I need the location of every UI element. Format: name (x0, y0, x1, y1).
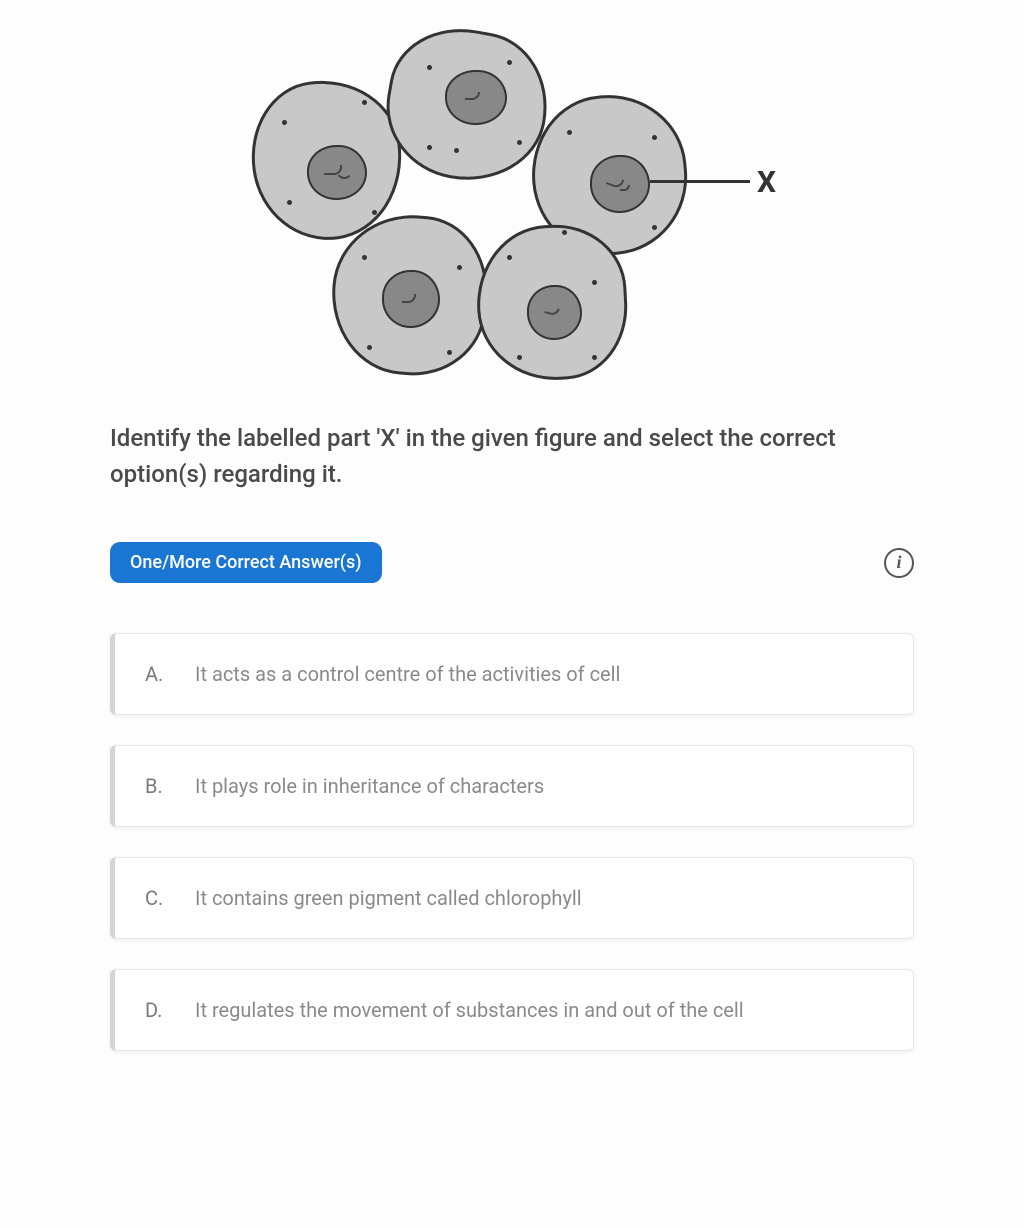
cell-nucleus (590, 155, 650, 213)
cell-nucleus (445, 70, 507, 125)
question-text: Identify the labelled part 'X' in the gi… (110, 420, 914, 492)
option-b[interactable]: B. It plays role in inheritance of chara… (110, 745, 914, 827)
cell-nucleus (307, 145, 367, 200)
option-d[interactable]: D. It regulates the movement of substanc… (110, 969, 914, 1051)
option-text: It contains green pigment called chlorop… (195, 886, 582, 910)
label-pointer-line (650, 180, 750, 183)
answer-type-badge: One/More Correct Answer(s) (110, 542, 382, 583)
info-icon-glyph: i (896, 552, 901, 573)
cell-nucleus (527, 285, 582, 340)
option-a[interactable]: A. It acts as a control centre of the ac… (110, 633, 914, 715)
option-letter: B. (145, 774, 195, 798)
option-text: It regulates the movement of substances … (195, 998, 744, 1022)
cell-nucleus (382, 270, 440, 328)
option-text: It plays role in inheritance of characte… (195, 774, 544, 798)
figure-label-x: X (757, 165, 776, 200)
option-letter: A. (145, 662, 195, 686)
option-letter: C. (145, 886, 195, 910)
question-figure: X (60, 30, 964, 400)
option-text: It acts as a control centre of the activ… (195, 662, 620, 686)
option-letter: D. (145, 998, 195, 1022)
option-c[interactable]: C. It contains green pigment called chlo… (110, 857, 914, 939)
info-icon[interactable]: i (884, 548, 914, 578)
options-list: A. It acts as a control centre of the ac… (110, 633, 914, 1051)
